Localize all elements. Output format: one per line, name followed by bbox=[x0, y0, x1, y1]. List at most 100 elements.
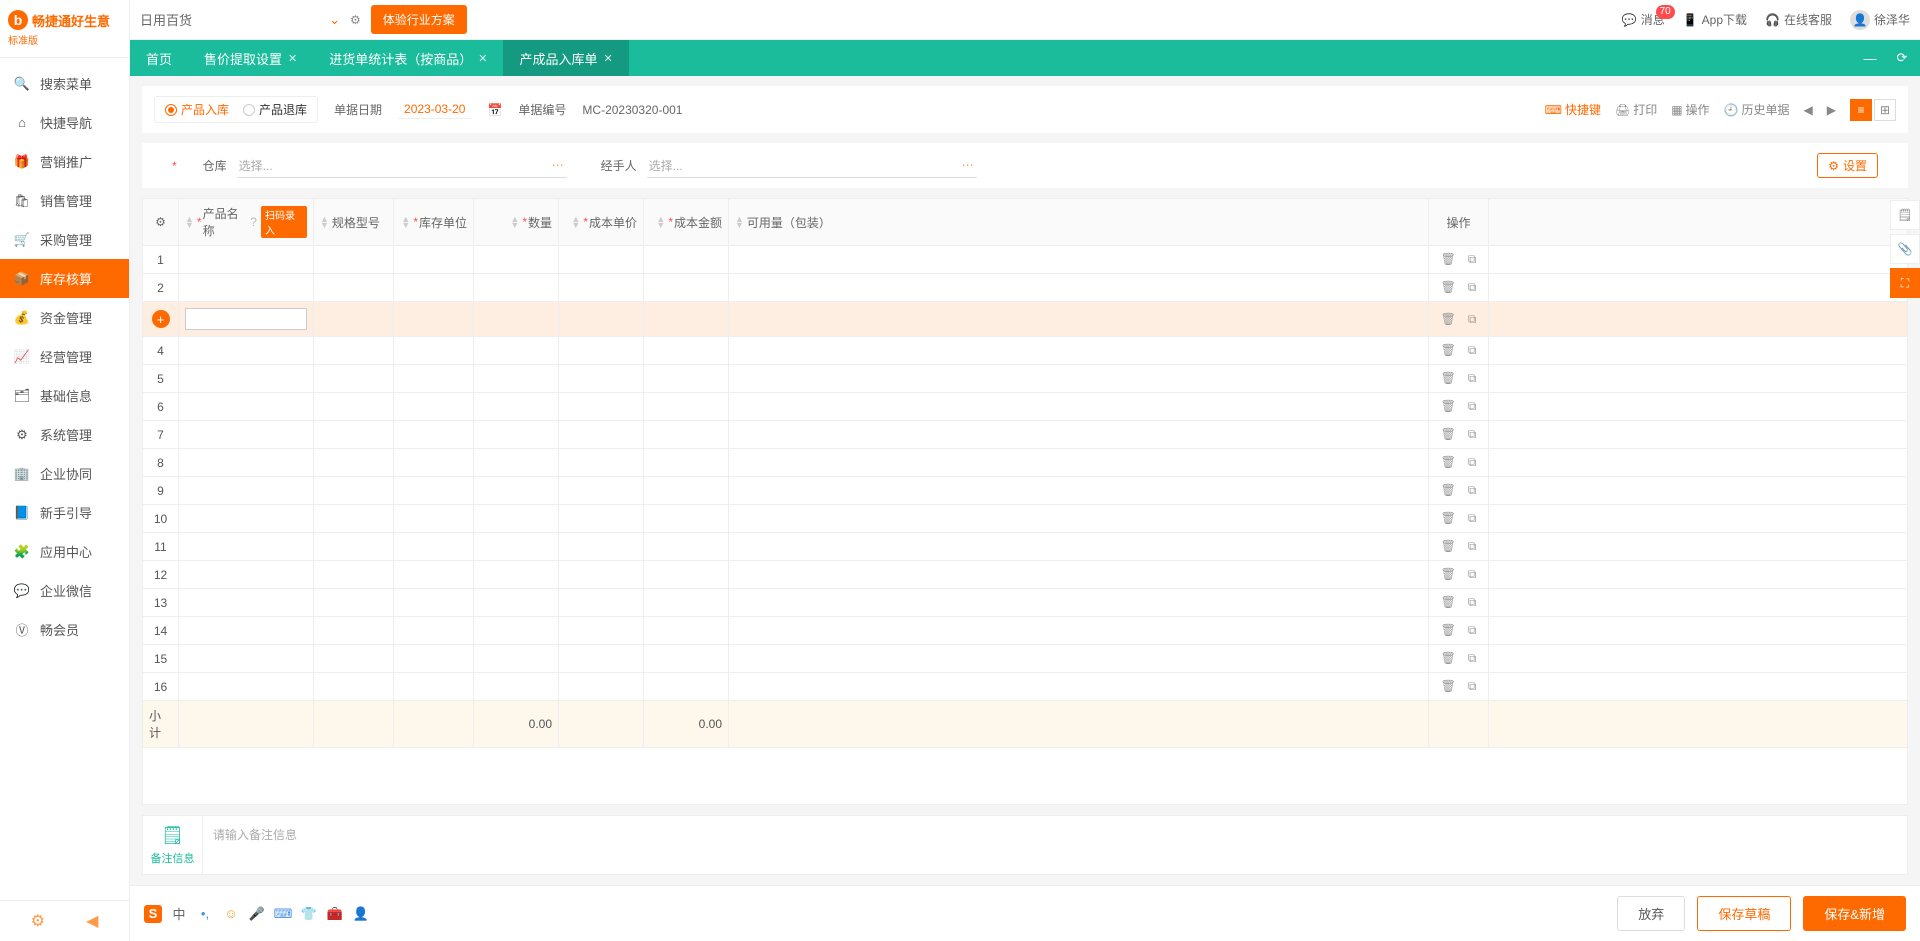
delete-row-icon[interactable]: 🗑 bbox=[1441, 280, 1456, 295]
ime-user-icon[interactable]: 👤 bbox=[352, 905, 370, 923]
ime-logo-icon[interactable]: S bbox=[144, 905, 162, 923]
prev-history-button[interactable]: ◀ bbox=[1804, 103, 1813, 117]
delete-row-icon[interactable]: 🗑 bbox=[1441, 312, 1456, 327]
product-input[interactable] bbox=[185, 308, 307, 330]
sidebar-item[interactable]: Ⓥ畅会员 bbox=[0, 610, 129, 649]
sidebar-item[interactable]: 🔍搜索菜单 bbox=[0, 64, 129, 103]
copy-row-icon[interactable]: ⧉ bbox=[1468, 371, 1477, 386]
ime-emoji-icon[interactable]: ☺ bbox=[222, 905, 240, 923]
radio-product-out[interactable]: 产品退库 bbox=[243, 101, 307, 118]
table-row[interactable]: 14🗑⧉ bbox=[143, 617, 1907, 645]
copy-row-icon[interactable]: ⧉ bbox=[1468, 595, 1477, 610]
copy-row-icon[interactable]: ⧉ bbox=[1468, 399, 1477, 414]
copy-row-icon[interactable]: ⧉ bbox=[1468, 483, 1477, 498]
copy-row-icon[interactable]: ⧉ bbox=[1468, 567, 1477, 582]
view-card-button[interactable]: ⊞ bbox=[1874, 99, 1896, 121]
delete-row-icon[interactable]: 🗑 bbox=[1441, 511, 1456, 526]
tab[interactable]: 首页 bbox=[130, 40, 188, 76]
print-link[interactable]: 🖨打印 bbox=[1615, 101, 1657, 118]
copy-row-icon[interactable]: ⧉ bbox=[1468, 280, 1477, 295]
radio-product-in[interactable]: 产品入库 bbox=[165, 101, 229, 118]
sidebar-item[interactable]: ⌂快捷导航 bbox=[0, 103, 129, 142]
float-attach-button[interactable]: 📎 bbox=[1890, 234, 1920, 264]
help-icon[interactable]: ? bbox=[250, 215, 257, 229]
tab[interactable]: 进货单统计表（按商品）✕ bbox=[313, 40, 503, 76]
close-icon[interactable]: ✕ bbox=[288, 52, 297, 65]
app-download-link[interactable]: 📱 App下载 bbox=[1683, 11, 1747, 28]
delete-row-icon[interactable]: 🗑 bbox=[1441, 483, 1456, 498]
user-menu[interactable]: 👤 徐泽华 bbox=[1850, 10, 1910, 30]
sidebar-item[interactable]: 🛒采购管理 bbox=[0, 220, 129, 259]
remark-input[interactable]: 请输入备注信息 bbox=[203, 816, 1907, 874]
copy-row-icon[interactable]: ⧉ bbox=[1468, 455, 1477, 470]
ime-mic-icon[interactable]: 🎤 bbox=[248, 905, 266, 923]
collapse-icon[interactable]: ◀ bbox=[86, 911, 98, 931]
add-row-button[interactable]: + bbox=[152, 310, 170, 328]
table-row[interactable]: 13🗑⧉ bbox=[143, 589, 1907, 617]
col-config-button[interactable]: ⚙ bbox=[143, 199, 179, 245]
ime-punct-icon[interactable]: •, bbox=[196, 905, 214, 923]
copy-row-icon[interactable]: ⧉ bbox=[1468, 427, 1477, 442]
ime-skin-icon[interactable]: 👕 bbox=[300, 905, 318, 923]
handler-select[interactable]: 选择... ⋯ bbox=[647, 154, 977, 178]
table-row[interactable]: 16🗑⧉ bbox=[143, 673, 1907, 701]
more-icon[interactable]: ⋯ bbox=[552, 158, 565, 172]
save-draft-button[interactable]: 保存草稿 bbox=[1697, 896, 1791, 931]
sidebar-item[interactable]: ⚙系统管理 bbox=[0, 415, 129, 454]
delete-row-icon[interactable]: 🗑 bbox=[1441, 252, 1456, 267]
view-list-button[interactable]: ≡ bbox=[1850, 99, 1872, 121]
table-row[interactable]: 12🗑⧉ bbox=[143, 561, 1907, 589]
sidebar-item[interactable]: 🗂基础信息 bbox=[0, 376, 129, 415]
sidebar-item[interactable]: 🛍销售管理 bbox=[0, 181, 129, 220]
scan-badge[interactable]: 扫码录入 bbox=[261, 206, 307, 238]
sidebar-item[interactable]: 📈经营管理 bbox=[0, 337, 129, 376]
table-row[interactable]: 4🗑⧉ bbox=[143, 337, 1907, 365]
delete-row-icon[interactable]: 🗑 bbox=[1441, 399, 1456, 414]
date-value[interactable]: 2023-03-20 bbox=[398, 100, 471, 119]
table-row[interactable]: 10🗑⧉ bbox=[143, 505, 1907, 533]
table-row[interactable]: 5🗑⧉ bbox=[143, 365, 1907, 393]
operate-link[interactable]: ▦操作 bbox=[1671, 101, 1709, 118]
copy-row-icon[interactable]: ⧉ bbox=[1468, 623, 1477, 638]
sidebar-item[interactable]: 💰资金管理 bbox=[0, 298, 129, 337]
copy-row-icon[interactable]: ⧉ bbox=[1468, 651, 1477, 666]
table-row[interactable]: 6🗑⧉ bbox=[143, 393, 1907, 421]
table-row[interactable]: 2🗑⧉ bbox=[143, 274, 1907, 302]
copy-row-icon[interactable]: ⧉ bbox=[1468, 343, 1477, 358]
org-selector[interactable]: 日用百货 ⌄ bbox=[140, 10, 340, 29]
close-icon[interactable]: ✕ bbox=[604, 52, 613, 65]
delete-row-icon[interactable]: 🗑 bbox=[1441, 371, 1456, 386]
copy-row-icon[interactable]: ⧉ bbox=[1468, 679, 1477, 694]
cta-button[interactable]: 体验行业方案 bbox=[371, 5, 467, 34]
delete-row-icon[interactable]: 🗑 bbox=[1441, 679, 1456, 694]
sidebar-item[interactable]: 📘新手引导 bbox=[0, 493, 129, 532]
sidebar-item[interactable]: 🧩应用中心 bbox=[0, 532, 129, 571]
delete-row-icon[interactable]: 🗑 bbox=[1441, 567, 1456, 582]
table-row[interactable]: 8🗑⧉ bbox=[143, 449, 1907, 477]
shortcut-link[interactable]: ⌨快捷键 bbox=[1545, 101, 1601, 118]
table-row[interactable]: +🗑⧉ bbox=[143, 302, 1907, 337]
tab-refresh-button[interactable]: ⟳ bbox=[1888, 44, 1916, 72]
table-row[interactable]: 1🗑⧉ bbox=[143, 246, 1907, 274]
discard-button[interactable]: 放弃 bbox=[1617, 896, 1685, 931]
close-icon[interactable]: ✕ bbox=[478, 52, 487, 65]
ime-lang[interactable]: 中 bbox=[170, 905, 188, 923]
sidebar-item[interactable]: 💬企业微信 bbox=[0, 571, 129, 610]
delete-row-icon[interactable]: 🗑 bbox=[1441, 343, 1456, 358]
copy-row-icon[interactable]: ⧉ bbox=[1468, 539, 1477, 554]
warehouse-select[interactable]: 选择... ⋯ bbox=[237, 154, 567, 178]
gear-icon[interactable]: ⚙ bbox=[31, 911, 45, 931]
save-and-new-button[interactable]: 保存&新增 bbox=[1803, 896, 1906, 931]
calendar-icon[interactable]: 📅 bbox=[487, 103, 502, 117]
ime-toolbox-icon[interactable]: 🧰 bbox=[326, 905, 344, 923]
sidebar-item[interactable]: 📦库存核算 bbox=[0, 259, 129, 298]
online-service-link[interactable]: 🎧 在线客服 bbox=[1765, 11, 1832, 28]
ime-keyboard-icon[interactable]: ⌨ bbox=[274, 905, 292, 923]
copy-row-icon[interactable]: ⧉ bbox=[1468, 252, 1477, 267]
more-icon[interactable]: ⋯ bbox=[962, 158, 975, 172]
delete-row-icon[interactable]: 🗑 bbox=[1441, 427, 1456, 442]
messages-link[interactable]: 💬 消息 70 bbox=[1622, 11, 1665, 28]
delete-row-icon[interactable]: 🗑 bbox=[1441, 539, 1456, 554]
sidebar-item[interactable]: 🎁营销推广 bbox=[0, 142, 129, 181]
copy-row-icon[interactable]: ⧉ bbox=[1468, 511, 1477, 526]
